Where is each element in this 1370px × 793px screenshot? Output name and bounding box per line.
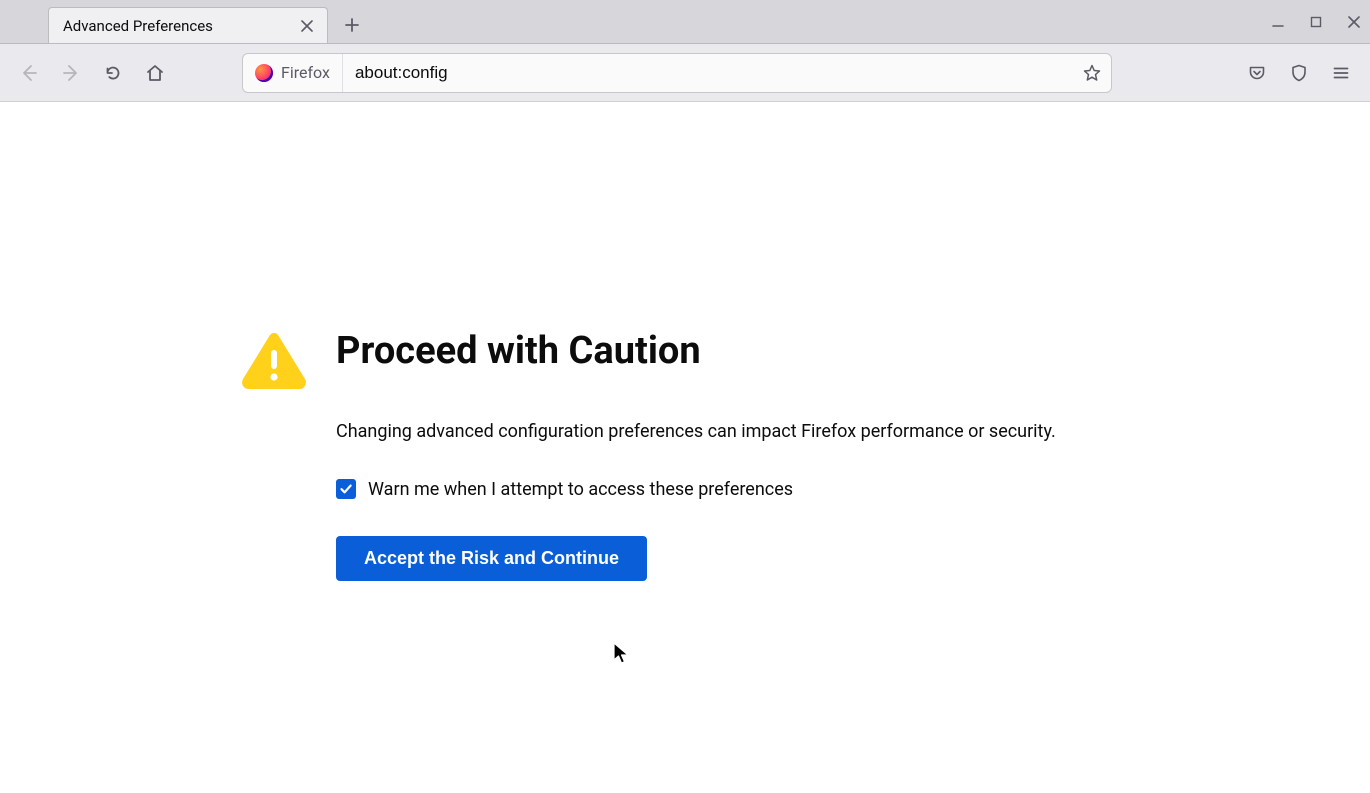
maximize-icon — [1310, 16, 1322, 28]
window-close-button[interactable] — [1344, 12, 1364, 32]
accept-risk-button[interactable]: Accept the Risk and Continue — [336, 536, 647, 581]
app-menu-button[interactable] — [1322, 54, 1360, 92]
tab-close-button[interactable] — [297, 16, 317, 36]
identity-box[interactable]: Firefox — [243, 54, 343, 92]
minimize-icon — [1271, 15, 1285, 29]
identity-label: Firefox — [281, 63, 330, 82]
url-bar[interactable]: Firefox — [242, 53, 1112, 93]
home-button[interactable] — [136, 54, 174, 92]
warning-triangle-icon — [240, 330, 308, 390]
reload-icon — [104, 64, 122, 82]
warn-checkbox-label[interactable]: Warn me when I attempt to access these p… — [368, 479, 793, 500]
arrow-left-icon — [20, 64, 38, 82]
hamburger-icon — [1332, 64, 1350, 82]
window-maximize-button[interactable] — [1306, 12, 1326, 32]
mouse-cursor-icon — [613, 642, 631, 666]
close-icon — [1348, 16, 1360, 28]
url-input[interactable] — [343, 63, 1073, 83]
checkmark-icon — [339, 482, 353, 496]
tab-title: Advanced Preferences — [63, 17, 297, 35]
warning-body: Proceed with Caution Changing advanced c… — [336, 330, 1056, 581]
extension-ublock-button[interactable] — [1280, 54, 1318, 92]
new-tab-button[interactable] — [336, 9, 368, 41]
navigation-toolbar: Firefox — [0, 44, 1370, 102]
warning-title: Proceed with Caution — [336, 330, 1056, 374]
warning-description: Changing advanced configuration preferen… — [336, 418, 1056, 445]
browser-tab-active[interactable]: Advanced Preferences — [48, 7, 328, 43]
window-controls — [1268, 0, 1364, 44]
warn-checkbox[interactable] — [336, 479, 356, 499]
close-icon — [301, 20, 313, 32]
bookmark-button[interactable] — [1073, 54, 1111, 92]
home-icon — [146, 64, 164, 82]
page-content: Proceed with Caution Changing advanced c… — [0, 102, 1370, 793]
star-icon — [1083, 64, 1101, 82]
forward-button[interactable] — [52, 54, 90, 92]
pocket-icon — [1248, 64, 1266, 82]
plus-icon — [345, 18, 359, 32]
reload-button[interactable] — [94, 54, 132, 92]
arrow-right-icon — [62, 64, 80, 82]
warning-icon-container — [240, 330, 308, 390]
back-button[interactable] — [10, 54, 48, 92]
shield-icon — [1290, 64, 1308, 82]
about-config-warning: Proceed with Caution Changing advanced c… — [240, 330, 1056, 581]
pocket-button[interactable] — [1238, 54, 1276, 92]
firefox-logo-icon — [255, 64, 273, 82]
window-minimize-button[interactable] — [1268, 12, 1288, 32]
warn-checkbox-row: Warn me when I attempt to access these p… — [336, 479, 1056, 500]
toolbar-right-group — [1238, 54, 1360, 92]
tab-strip: Advanced Preferences — [0, 0, 1370, 44]
